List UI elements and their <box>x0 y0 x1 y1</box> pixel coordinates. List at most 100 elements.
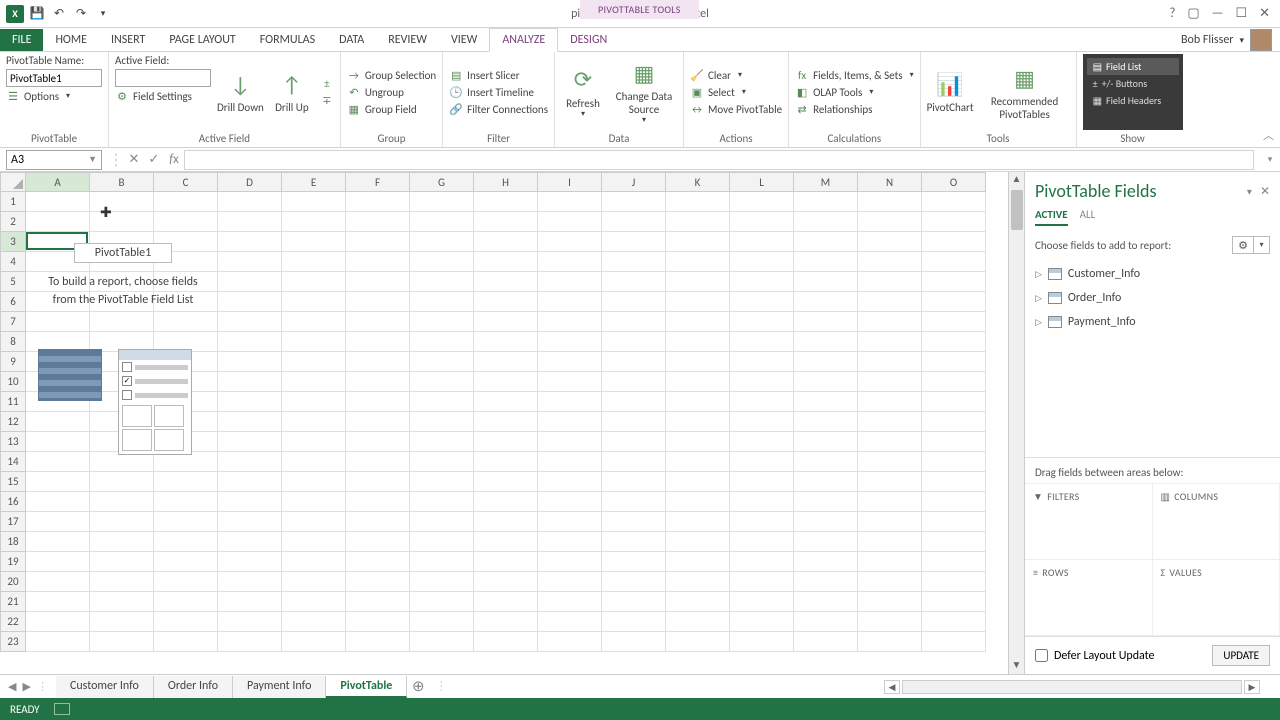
cell[interactable] <box>922 272 986 292</box>
clear-button[interactable]: 🧹Clear▾ <box>690 68 782 82</box>
cell[interactable] <box>474 372 538 392</box>
tab-formulas[interactable]: FORMULAS <box>248 29 327 51</box>
cell[interactable] <box>90 472 154 492</box>
cell[interactable] <box>410 532 474 552</box>
pivottable-name-input[interactable] <box>6 69 102 87</box>
row-header[interactable]: 8 <box>0 332 26 352</box>
rows-drop-area[interactable]: ≡ROWS <box>1025 560 1153 636</box>
cell[interactable] <box>346 312 410 332</box>
cell[interactable] <box>538 512 602 532</box>
cell[interactable] <box>858 472 922 492</box>
group-field-button[interactable]: ▦Group Field <box>347 102 436 116</box>
cell[interactable] <box>794 392 858 412</box>
cell[interactable] <box>602 592 666 612</box>
tab-page-layout[interactable]: PAGE LAYOUT <box>157 29 247 51</box>
cell[interactable] <box>26 552 90 572</box>
cell[interactable] <box>282 332 346 352</box>
cell[interactable] <box>538 472 602 492</box>
cell[interactable] <box>410 412 474 432</box>
cell[interactable] <box>474 392 538 412</box>
scroll-right-icon[interactable]: ▶ <box>1244 680 1260 694</box>
cell[interactable] <box>794 532 858 552</box>
cell[interactable] <box>154 552 218 572</box>
sheet-tab[interactable]: Customer Info <box>56 676 154 698</box>
cell[interactable] <box>858 492 922 512</box>
cell[interactable] <box>922 412 986 432</box>
cell[interactable] <box>282 592 346 612</box>
excel-icon[interactable]: X <box>6 5 24 23</box>
cell[interactable] <box>346 192 410 212</box>
cell[interactable] <box>666 372 730 392</box>
formula-bar[interactable] <box>184 150 1254 170</box>
cell[interactable] <box>346 292 410 312</box>
cell[interactable] <box>474 272 538 292</box>
cell[interactable] <box>474 292 538 312</box>
cell[interactable] <box>730 352 794 372</box>
cell[interactable] <box>218 372 282 392</box>
sheet-tab[interactable]: Payment Info <box>233 676 326 698</box>
cell[interactable] <box>730 412 794 432</box>
cell[interactable] <box>858 352 922 372</box>
cell[interactable] <box>666 632 730 652</box>
cell[interactable] <box>282 272 346 292</box>
row-header[interactable]: 21 <box>0 592 26 612</box>
cell[interactable] <box>474 512 538 532</box>
cell[interactable] <box>858 572 922 592</box>
cell[interactable] <box>602 612 666 632</box>
save-icon[interactable]: 💾 <box>28 5 46 23</box>
row-header[interactable]: 6 <box>0 292 26 312</box>
cell[interactable] <box>218 232 282 252</box>
cell[interactable] <box>602 412 666 432</box>
cell[interactable] <box>858 372 922 392</box>
cell[interactable] <box>346 212 410 232</box>
cell[interactable] <box>730 332 794 352</box>
redo-icon[interactable]: ↷ <box>72 5 90 23</box>
cell[interactable] <box>410 512 474 532</box>
cell[interactable] <box>602 472 666 492</box>
tab-analyze[interactable]: ANALYZE <box>489 28 558 52</box>
cell[interactable] <box>90 532 154 552</box>
column-header[interactable]: H <box>474 172 538 192</box>
cell[interactable] <box>602 452 666 472</box>
horizontal-scrollbar[interactable]: ◀ ▶ <box>453 680 1280 694</box>
cell[interactable] <box>474 252 538 272</box>
olap-tools-button[interactable]: ◧OLAP Tools▾ <box>795 85 913 99</box>
cell[interactable] <box>666 472 730 492</box>
cell[interactable] <box>154 452 218 472</box>
cell[interactable] <box>26 592 90 612</box>
update-button[interactable]: UPDATE <box>1212 645 1270 666</box>
cell[interactable] <box>346 332 410 352</box>
defer-layout-checkbox[interactable] <box>1035 649 1048 662</box>
cell[interactable] <box>218 532 282 552</box>
cell[interactable] <box>602 392 666 412</box>
cell[interactable] <box>794 472 858 492</box>
cell[interactable] <box>474 552 538 572</box>
cell[interactable] <box>794 412 858 432</box>
cell[interactable] <box>794 452 858 472</box>
cell[interactable] <box>922 372 986 392</box>
cell[interactable] <box>218 332 282 352</box>
cell[interactable] <box>26 532 90 552</box>
cell[interactable] <box>218 432 282 452</box>
cell[interactable] <box>730 252 794 272</box>
cell[interactable] <box>26 512 90 532</box>
cell[interactable] <box>474 592 538 612</box>
cell[interactable] <box>346 272 410 292</box>
cell[interactable] <box>410 492 474 512</box>
field-list-toggle[interactable]: ▤Field List <box>1087 58 1179 75</box>
cell[interactable] <box>602 632 666 652</box>
cell[interactable] <box>730 592 794 612</box>
cell[interactable] <box>602 492 666 512</box>
cell[interactable] <box>218 632 282 652</box>
row-header[interactable]: 16 <box>0 492 26 512</box>
tab-design[interactable]: DESIGN <box>558 29 619 51</box>
cell[interactable] <box>538 332 602 352</box>
cell[interactable] <box>858 432 922 452</box>
row-header[interactable]: 4 <box>0 252 26 272</box>
cell[interactable] <box>90 512 154 532</box>
cell[interactable] <box>346 352 410 372</box>
cell[interactable] <box>474 212 538 232</box>
cell[interactable] <box>474 612 538 632</box>
row-header[interactable]: 17 <box>0 512 26 532</box>
cell[interactable] <box>666 572 730 592</box>
